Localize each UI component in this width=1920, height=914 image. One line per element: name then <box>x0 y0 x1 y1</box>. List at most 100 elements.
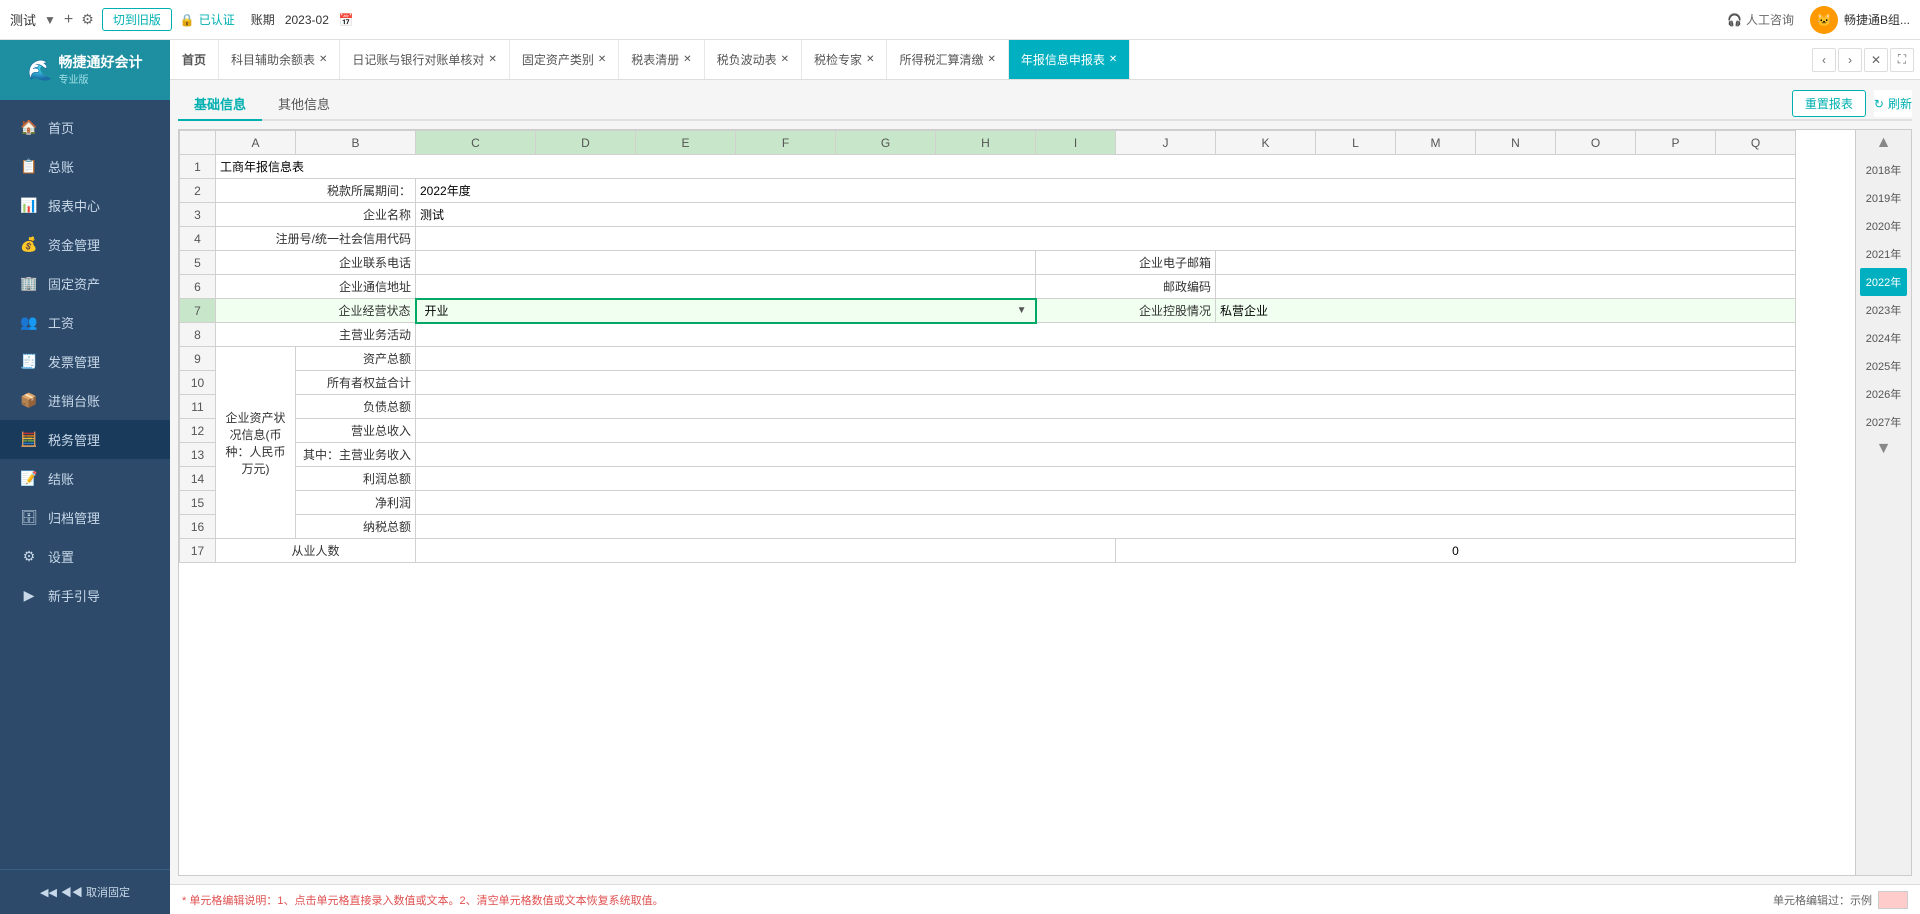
refresh-button[interactable]: ↻ 刷新 <box>1874 90 1912 117</box>
year-nav-down-button[interactable]: ▼ <box>1876 440 1892 458</box>
cell-value-regnum[interactable] <box>416 227 1796 251</box>
cell-value-postcode[interactable] <box>1216 275 1796 299</box>
sidebar-item-fixed[interactable]: 🏢 固定资产 <box>0 264 170 303</box>
year-item-2022[interactable]: 2022年 <box>1860 268 1907 296</box>
tab-aux[interactable]: 科目辅助余额表 ✕ <box>219 40 340 80</box>
cell-value-phone[interactable] <box>416 251 1036 275</box>
cell-value-total-revenue[interactable] <box>416 419 1796 443</box>
row-num: 15 <box>180 491 216 515</box>
sidebar-item-wage[interactable]: 👥 工资 <box>0 303 170 342</box>
cell-value-shareholding[interactable]: 私营企业 <box>1216 299 1796 323</box>
tab-annual-report[interactable]: 年报信息申报表 ✕ <box>1009 40 1130 80</box>
tax-icon: 🧮 <box>20 431 38 449</box>
settings-icon[interactable]: ⚙ <box>81 11 94 28</box>
cell-label-assets-group: 企业资产状况信息(币种：人民币万元) <box>216 347 296 539</box>
sidebar-item-fund[interactable]: 💰 资金管理 <box>0 225 170 264</box>
year-item-2018[interactable]: 2018年 <box>1856 156 1911 184</box>
year-item-2020[interactable]: 2020年 <box>1856 212 1911 240</box>
sidebar-item-archive[interactable]: 🗄 归档管理 <box>0 498 170 537</box>
fixed-icon: 🏢 <box>20 275 38 293</box>
tab-fixed-asset[interactable]: 固定资产类别 ✕ <box>510 40 619 80</box>
sidebar-item-guide[interactable]: ▶ 新手引导 <box>0 576 170 615</box>
sidebar-item-report[interactable]: 📊 报表中心 <box>0 186 170 225</box>
close-icon[interactable]: ✕ <box>781 54 789 65</box>
year-item-2027[interactable]: 2027年 <box>1856 408 1911 436</box>
cell-value-main-revenue[interactable] <box>416 443 1796 467</box>
cell-value-email[interactable] <box>1216 251 1796 275</box>
sub-tab-basic[interactable]: 基础信息 <box>178 88 262 121</box>
cell-value-equity[interactable] <box>416 371 1796 395</box>
table-row: 8 主营业务活动 <box>180 323 1796 347</box>
reset-report-button[interactable]: 重置报表 <box>1792 90 1866 117</box>
cell-value-total-tax[interactable] <box>416 515 1796 539</box>
close-icon[interactable]: ✕ <box>866 54 874 65</box>
wage-icon: 👥 <box>20 314 38 332</box>
tab-prev-button[interactable]: ‹ <box>1812 48 1836 72</box>
sub-tab-other[interactable]: 其他信息 <box>262 88 346 121</box>
row-num: 12 <box>180 419 216 443</box>
support-button[interactable]: 🎧 人工咨询 <box>1727 11 1794 28</box>
tab-tax-fluc[interactable]: 税负波动表 ✕ <box>705 40 802 80</box>
sidebar-item-invoice[interactable]: 🧾 发票管理 <box>0 342 170 381</box>
cell-value-biz-status[interactable]: 开业 ▼ <box>416 299 1036 323</box>
cancel-fixed-button[interactable]: ◀◀ ◀◀ 取消固定 <box>0 878 170 906</box>
year-item-2025[interactable]: 2025年 <box>1856 352 1911 380</box>
close-icon[interactable]: ✕ <box>987 54 995 65</box>
sidebar-item-label: 总账 <box>48 157 74 176</box>
tab-home[interactable]: 首页 <box>170 40 219 80</box>
tab-expand-button[interactable]: ⛶ <box>1890 48 1914 72</box>
cell-value-employees-num[interactable]: 0 <box>1116 539 1796 563</box>
sidebar-item-ledger[interactable]: 📋 总账 <box>0 147 170 186</box>
archive-icon: 🗄 <box>20 509 38 527</box>
old-version-button[interactable]: 切到旧版 <box>102 8 172 31</box>
tab-income-tax[interactable]: 所得税汇算清缴 ✕ <box>887 40 1008 80</box>
cell-value-net-profit[interactable] <box>416 491 1796 515</box>
close-icon[interactable]: ✕ <box>683 54 691 65</box>
workspace-dropdown-icon[interactable]: ▼ <box>44 13 56 27</box>
pin-icon: ◀◀ <box>40 886 57 899</box>
tab-tax-check[interactable]: 税检专家 ✕ <box>802 40 887 80</box>
cell-value-employees[interactable] <box>416 539 1116 563</box>
add-workspace-button[interactable]: + <box>64 11 73 29</box>
close-icon[interactable]: ✕ <box>1109 54 1117 65</box>
example-cell <box>1878 891 1908 909</box>
year-item-2026[interactable]: 2026年 <box>1856 380 1911 408</box>
cell-value-liabilities[interactable] <box>416 395 1796 419</box>
sub-tab-actions: 重置报表 ↻ 刷新 <box>1792 90 1912 117</box>
tab-journal[interactable]: 日记账与银行对账单核对 ✕ <box>340 40 509 80</box>
shield-icon: 🔒 <box>180 13 195 27</box>
sidebar-item-home[interactable]: 🏠 首页 <box>0 108 170 147</box>
sidebar-item-inventory[interactable]: 📦 进销台账 <box>0 381 170 420</box>
tab-next-button[interactable]: › <box>1838 48 1862 72</box>
table-title-cell[interactable]: 工商年报信息表 <box>216 155 1796 179</box>
cell-value-total-profit[interactable] <box>416 467 1796 491</box>
year-nav-up-button[interactable]: ▲ <box>1876 134 1892 152</box>
tab-tax-form[interactable]: 税表清册 ✕ <box>619 40 704 80</box>
cell-value-address[interactable] <box>416 275 1036 299</box>
close-icon[interactable]: ✕ <box>488 54 496 65</box>
dropdown-arrow-icon[interactable]: ▼ <box>1017 305 1027 316</box>
sidebar-item-settle[interactable]: 📝 结账 <box>0 459 170 498</box>
year-item-2024[interactable]: 2024年 <box>1856 324 1911 352</box>
cell-label-liabilities: 负债总额 <box>296 395 416 419</box>
col-header-g: G <box>836 131 936 155</box>
close-icon[interactable]: ✕ <box>319 54 327 65</box>
year-item-2021[interactable]: 2021年 <box>1856 240 1911 268</box>
row-num: 10 <box>180 371 216 395</box>
calendar-icon[interactable]: 📅 <box>339 13 354 27</box>
table-row: 14 利润总额 <box>180 467 1796 491</box>
sidebar-item-settings[interactable]: ⚙ 设置 <box>0 537 170 576</box>
cell-value-total-assets[interactable] <box>416 347 1796 371</box>
cell-label-total-revenue: 营业总收入 <box>296 419 416 443</box>
year-item-2023[interactable]: 2023年 <box>1856 296 1911 324</box>
tab-close-all-button[interactable]: ✕ <box>1864 48 1888 72</box>
sidebar-item-tax[interactable]: 🧮 税务管理 <box>0 420 170 459</box>
cell-value-company[interactable]: 测试 <box>416 203 1796 227</box>
col-header-o: O <box>1556 131 1636 155</box>
year-item-2019[interactable]: 2019年 <box>1856 184 1911 212</box>
cell-value-main-biz[interactable] <box>416 323 1796 347</box>
row-num: 14 <box>180 467 216 491</box>
spreadsheet-main[interactable]: A B C D E F G H I J K L <box>179 130 1855 875</box>
close-icon[interactable]: ✕ <box>598 54 606 65</box>
cell-value-period[interactable]: 2022年度 <box>416 179 1796 203</box>
